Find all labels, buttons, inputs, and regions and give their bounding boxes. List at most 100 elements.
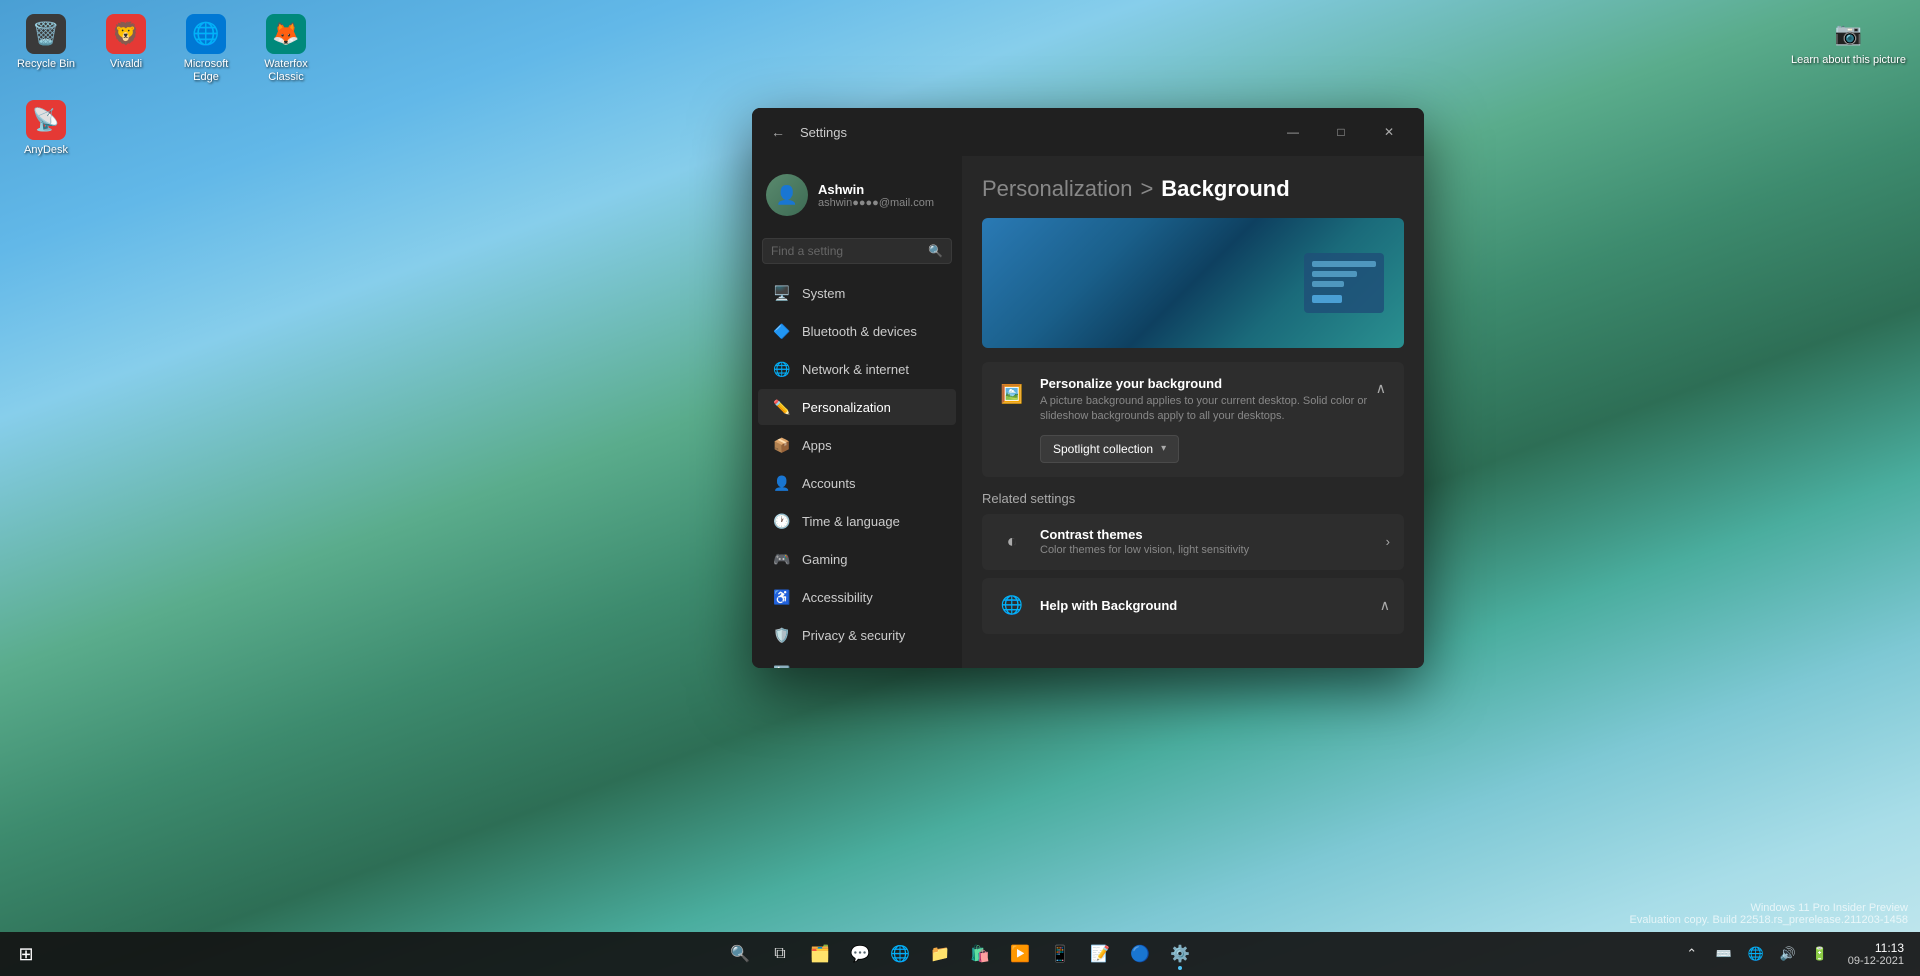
minimize-button[interactable]: — xyxy=(1270,116,1316,148)
tray-caret-icon[interactable]: ⌃ xyxy=(1678,940,1706,968)
clock-area[interactable]: 11:13 09-12-2021 xyxy=(1840,939,1912,969)
privacy-icon: 🛡️ xyxy=(772,625,792,645)
taskbar-media-icon[interactable]: ▶️ xyxy=(1002,936,1038,972)
desktop-icon-recycle-bin[interactable]: 🗑️ Recycle Bin xyxy=(10,10,82,88)
time-icon: 🕐 xyxy=(772,511,792,531)
sidebar-item-label: Windows Update xyxy=(802,666,900,669)
contrast-themes-text: Contrast themes Color themes for low vis… xyxy=(1040,527,1374,556)
sidebar-item-apps[interactable]: 📦 Apps xyxy=(758,427,956,463)
sidebar-item-bluetooth[interactable]: 🔷 Bluetooth & devices xyxy=(758,313,956,349)
personalize-icon: 🖼️ xyxy=(996,378,1028,410)
taskbar-edge-icon[interactable]: 🌐 xyxy=(882,936,918,972)
sidebar-item-gaming[interactable]: 🎮 Gaming xyxy=(758,541,956,577)
tray-network-icon[interactable]: 🌐 xyxy=(1742,940,1770,968)
help-title: Help with Background xyxy=(1040,598,1177,613)
taskbar-search-icon[interactable]: 🔍 xyxy=(722,936,758,972)
desktop-icons-container: 🗑️ Recycle Bin 🦁 Vivaldi 🌐 Microsoft Edg… xyxy=(10,10,322,162)
sidebar-item-label: Accessibility xyxy=(802,590,873,605)
taskbar-store-icon[interactable]: 🛍️ xyxy=(962,936,998,972)
taskbar-task-view-icon[interactable]: ⧉ xyxy=(762,936,798,972)
personalize-header: 🖼️ Personalize your background A picture… xyxy=(996,376,1390,425)
vivaldi-icon: 🦁 xyxy=(106,14,146,54)
background-type-dropdown[interactable]: Spotlight collection ▾ xyxy=(1040,435,1179,463)
preview-button xyxy=(1312,295,1342,303)
sidebar-item-label: System xyxy=(802,286,845,301)
windows-logo-icon: ⊞ xyxy=(18,944,33,965)
contrast-themes-item[interactable]: ◐ Contrast themes Color themes for low v… xyxy=(982,514,1404,570)
back-button[interactable]: ← xyxy=(764,118,792,146)
contrast-themes-title: Contrast themes xyxy=(1040,527,1374,542)
windows-update-icon: 🔄 xyxy=(772,663,792,668)
anydesk-icon: 📡 xyxy=(26,100,66,140)
watermark-line2: Evaluation copy. Build 22518.rs_prerelea… xyxy=(1630,914,1908,926)
window-body: 👤 Ashwin ashwin●●●●@mail.com 🔍 🖥️ System… xyxy=(752,156,1424,668)
preview-line-1 xyxy=(1312,261,1376,267)
apps-icon: 📦 xyxy=(772,435,792,455)
main-content: Personalization > Background 🖼️ xyxy=(962,156,1424,668)
preview-line-3 xyxy=(1312,281,1344,287)
sidebar-item-label: Bluetooth & devices xyxy=(802,324,917,339)
sidebar-item-system[interactable]: 🖥️ System xyxy=(758,275,956,311)
close-button[interactable]: ✕ xyxy=(1366,116,1412,148)
tray-keyboard-icon[interactable]: ⌨️ xyxy=(1710,940,1738,968)
clock-date: 09-12-2021 xyxy=(1848,955,1904,967)
maximize-button[interactable]: □ xyxy=(1318,116,1364,148)
sidebar-item-accounts[interactable]: 👤 Accounts xyxy=(758,465,956,501)
search-box[interactable]: 🔍 xyxy=(762,238,952,264)
taskbar-phone-link-icon[interactable]: 📱 xyxy=(1042,936,1078,972)
sidebar: 👤 Ashwin ashwin●●●●@mail.com 🔍 🖥️ System… xyxy=(752,156,962,668)
taskbar: ⊞ 🔍 ⧉ 🗂️ 💬 🌐 📁 🛍️ ▶️ 📱 📝 🔵 ⚙️ ⌃ ⌨️ 🌐 🔊 🔋… xyxy=(0,932,1920,976)
sidebar-item-windows-update[interactable]: 🔄 Windows Update xyxy=(758,655,956,668)
taskbar-settings-icon[interactable]: ⚙️ xyxy=(1162,936,1198,972)
personalize-description: A picture background applies to your cur… xyxy=(1040,394,1372,425)
sidebar-item-personalization[interactable]: ✏️ Personalization xyxy=(758,389,956,425)
start-button[interactable]: ⊞ xyxy=(8,936,44,972)
user-profile[interactable]: 👤 Ashwin ashwin●●●●@mail.com xyxy=(752,164,962,226)
learn-about-label: Learn about this picture xyxy=(1791,54,1906,66)
desktop-icon-anydesk[interactable]: 📡 AnyDesk xyxy=(10,96,82,161)
desktop-icon-edge[interactable]: 🌐 Microsoft Edge xyxy=(170,10,242,88)
contrast-themes-description: Color themes for low vision, light sensi… xyxy=(1040,544,1374,556)
sidebar-item-privacy[interactable]: 🛡️ Privacy & security xyxy=(758,617,956,653)
system-icon: 🖥️ xyxy=(772,283,792,303)
learn-about-picture[interactable]: 📷 Learn about this picture xyxy=(1787,10,1910,70)
chevron-up-icon[interactable]: ∧ xyxy=(1372,376,1390,401)
system-tray: ⌃ ⌨️ 🌐 🔊 🔋 xyxy=(1678,940,1834,968)
dropdown-value: Spotlight collection xyxy=(1053,442,1153,456)
taskbar-teams-icon[interactable]: 💬 xyxy=(842,936,878,972)
background-preview xyxy=(982,218,1404,348)
taskbar-chrome-icon[interactable]: 🔵 xyxy=(1122,936,1158,972)
tray-battery-icon[interactable]: 🔋 xyxy=(1806,940,1834,968)
help-item-left: 🌐 Help with Background xyxy=(996,590,1177,622)
learn-about-icon: 📷 xyxy=(1829,14,1869,54)
clock-time: 11:13 xyxy=(1875,941,1904,955)
vivaldi-label: Vivaldi xyxy=(110,58,142,71)
taskbar-explorer-icon[interactable]: 📁 xyxy=(922,936,958,972)
gaming-icon: 🎮 xyxy=(772,549,792,569)
desktop-icon-row-1: 🗑️ Recycle Bin 🦁 Vivaldi 🌐 Microsoft Edg… xyxy=(10,10,322,88)
recycle-bin-label: Recycle Bin xyxy=(17,58,75,71)
chevron-down-icon[interactable]: ∧ xyxy=(1380,597,1390,614)
network-icon: 🌐 xyxy=(772,359,792,379)
dropdown-arrow-icon: ▾ xyxy=(1161,443,1166,454)
taskbar-notepad-icon[interactable]: 📝 xyxy=(1082,936,1118,972)
sidebar-item-accessibility[interactable]: ♿ Accessibility xyxy=(758,579,956,615)
help-with-background[interactable]: 🌐 Help with Background ∧ xyxy=(982,578,1404,634)
watermark-line1: Windows 11 Pro Insider Preview xyxy=(1630,902,1908,914)
desktop-icon-waterfox[interactable]: 🦊 Waterfox Classic xyxy=(250,10,322,88)
personalize-text: Personalize your background A picture ba… xyxy=(1040,376,1372,425)
bluetooth-icon: 🔷 xyxy=(772,321,792,341)
sidebar-item-network[interactable]: 🌐 Network & internet xyxy=(758,351,956,387)
tray-volume-icon[interactable]: 🔊 xyxy=(1774,940,1802,968)
help-icon: 🌐 xyxy=(996,590,1028,622)
sidebar-item-label: Time & language xyxy=(802,514,900,529)
desktop-icon-vivaldi[interactable]: 🦁 Vivaldi xyxy=(90,10,162,88)
sidebar-item-time[interactable]: 🕐 Time & language xyxy=(758,503,956,539)
personalize-background-card: 🖼️ Personalize your background A picture… xyxy=(982,362,1404,477)
taskbar-center: 🔍 ⧉ 🗂️ 💬 🌐 📁 🛍️ ▶️ 📱 📝 🔵 ⚙️ xyxy=(722,936,1198,972)
sidebar-item-label: Network & internet xyxy=(802,362,909,377)
personalize-title: Personalize your background xyxy=(1040,376,1372,391)
watermark: Windows 11 Pro Insider Preview Evaluatio… xyxy=(1630,902,1908,926)
taskbar-widgets-icon[interactable]: 🗂️ xyxy=(802,936,838,972)
search-input[interactable] xyxy=(771,244,928,258)
